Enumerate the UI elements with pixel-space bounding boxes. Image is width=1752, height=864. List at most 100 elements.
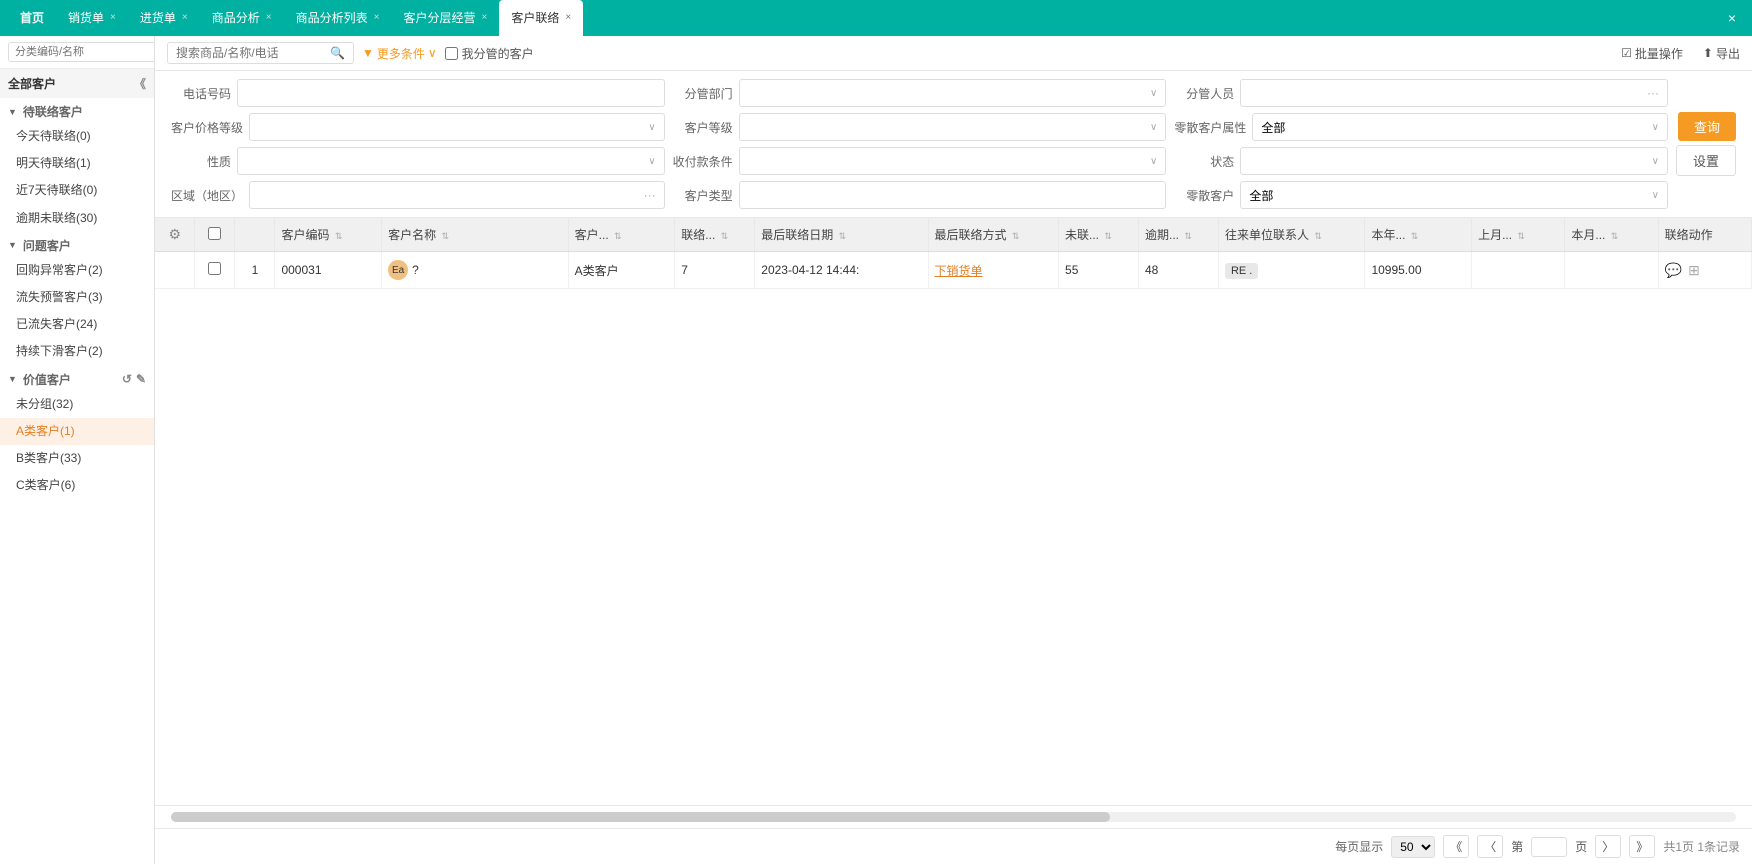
sidebar-collapse-icon[interactable]: 《 <box>134 75 146 92</box>
sort-this-month-icon[interactable]: ⇅ <box>1611 231 1619 241</box>
sort-last-month-icon[interactable]: ⇅ <box>1517 231 1525 241</box>
sidebar-group-value[interactable]: ▼ 价值客户 ↺ ✎ <box>0 366 154 391</box>
filter-row-3: 性质 ∨ 收付款条件 ∨ 状态 <box>171 147 1668 175</box>
sidebar-item-repurchase-abnormal[interactable]: 回购异常客户(2) <box>0 257 154 284</box>
sidebar-group-pending[interactable]: ▼ 待联络客户 <box>0 98 154 123</box>
sidebar-item-overdue[interactable]: 逾期未联络(30) <box>0 205 154 232</box>
filter-search-input[interactable] <box>176 46 326 60</box>
sidebar-search-input[interactable] <box>8 42 155 62</box>
filter-cell-payment: 收付款条件 ∨ <box>673 147 1167 175</box>
filter-bar: 🔍 ▼ 更多条件 ∨ 我分管的客户 ☑ 批量操作 ⬆ 导出 <box>155 36 1752 71</box>
filter-search-icon[interactable]: 🔍 <box>330 46 345 60</box>
sort-name-icon[interactable]: ⇅ <box>441 231 449 241</box>
col-header-type: 客户... ⇅ <box>568 218 675 252</box>
nav-customer-segment[interactable]: 客户分层经营 × <box>391 0 499 36</box>
row-last-way-cell: 下销货单 <box>928 252 1058 289</box>
batch-icon: ☑ <box>1621 46 1632 60</box>
next-page-btn[interactable]: 〉 <box>1595 835 1621 858</box>
per-page-select[interactable]: 50 <box>1391 836 1435 858</box>
sort-this-year-icon[interactable]: ⇅ <box>1411 231 1419 241</box>
status-dropdown[interactable]: ∨ <box>1240 147 1668 175</box>
sidebar-item-declining[interactable]: 持续下滑客户(2) <box>0 338 154 365</box>
my-customers-check[interactable] <box>445 47 458 60</box>
setting-btn[interactable]: 设置 <box>1676 145 1736 176</box>
total-records: 共1页 1条记录 <box>1663 838 1740 855</box>
nav-sales[interactable]: 销货单 × <box>56 0 128 36</box>
nav-purchase[interactable]: 进货单 × <box>128 0 200 36</box>
close-sales-tab[interactable]: × <box>110 0 116 36</box>
col-header-overdue: 逾期... ⇅ <box>1138 218 1218 252</box>
sidebar-refresh-icon[interactable]: ↺ <box>122 372 132 386</box>
sort-type-icon[interactable]: ⇅ <box>614 231 622 241</box>
nav-goods-analysis-list[interactable]: 商品分析列表 × <box>284 0 392 36</box>
nav-customer-contact[interactable]: 客户联络 × <box>499 0 583 36</box>
prev-page-btn[interactable]: 〈 <box>1477 835 1503 858</box>
horizontal-scrollbar[interactable] <box>171 812 1736 822</box>
sort-no-contact-icon[interactable]: ⇅ <box>1104 231 1112 241</box>
sort-contact-icon[interactable]: ⇅ <box>721 231 729 241</box>
customer-type-input[interactable] <box>739 181 1167 209</box>
person-input[interactable]: ··· <box>1240 79 1668 107</box>
row-this-year-cell: 10995.00 <box>1365 252 1472 289</box>
last-page-btn[interactable]: 》 <box>1629 835 1655 858</box>
sort-code-icon[interactable]: ⇅ <box>335 231 343 241</box>
sidebar-edit-icon[interactable]: ✎ <box>136 372 146 386</box>
export-btn[interactable]: ⬆ 导出 <box>1703 45 1740 62</box>
filter-cell-price-grade: 客户价格等级 ∨ <box>171 113 665 141</box>
page-input[interactable]: 1 <box>1531 837 1567 857</box>
phone-input[interactable] <box>237 79 665 107</box>
row-no-contact-cell: 55 <box>1059 252 1139 289</box>
filter-row-1: 电话号码 分管部门 ∨ 分管人员 ··· <box>171 79 1668 107</box>
nav-home[interactable]: 首页 <box>8 0 56 36</box>
sidebar-item-churned[interactable]: 已流失客户(24) <box>0 311 154 338</box>
main-layout: 🔍 全部客户 《 ▼ 待联络客户 今天待联络(0) 明天待联络(1) 近7天待联… <box>0 36 1752 864</box>
query-btn[interactable]: 查询 <box>1678 112 1736 141</box>
sidebar-group-problem[interactable]: ▼ 问题客户 <box>0 232 154 257</box>
close-customer-contact-tab[interactable]: × <box>565 0 571 36</box>
col-header-this-month: 本月... ⇅ <box>1565 218 1658 252</box>
close-goods-analysis-tab[interactable]: × <box>266 0 272 36</box>
col-header-action: 联络动作 <box>1658 218 1751 252</box>
close-all-tabs[interactable]: × <box>1720 10 1744 26</box>
price-grade-dropdown[interactable]: ∨ <box>249 113 665 141</box>
payment-dropdown[interactable]: ∨ <box>739 147 1167 175</box>
last-way-link[interactable]: 下销货单 <box>935 264 983 278</box>
row-checkbox[interactable] <box>208 262 221 275</box>
scrollbar-thumb[interactable] <box>171 812 1110 822</box>
unit-contact-badge: RE . <box>1225 263 1258 279</box>
my-customers-checkbox[interactable]: 我分管的客户 <box>445 45 534 62</box>
chat-action-icon[interactable]: 💬 <box>1665 262 1682 279</box>
sidebar-item-today[interactable]: 今天待联络(0) <box>0 123 154 150</box>
customer-grade-dropdown[interactable]: ∨ <box>739 113 1167 141</box>
sort-last-date-icon[interactable]: ⇅ <box>839 231 847 241</box>
scatter-attr-dropdown[interactable]: 全部∨ <box>1252 113 1668 141</box>
first-page-btn[interactable]: 《 <box>1443 835 1469 858</box>
col-header-last-way: 最后联络方式 ⇅ <box>928 218 1058 252</box>
dept-dropdown[interactable]: ∨ <box>739 79 1167 107</box>
sidebar-item-7days[interactable]: 近7天待联络(0) <box>0 177 154 204</box>
sidebar-item-class-c[interactable]: C类客户(6) <box>0 472 154 499</box>
nav-goods-analysis[interactable]: 商品分析 × <box>200 0 284 36</box>
nature-dropdown[interactable]: ∨ <box>237 147 665 175</box>
table-settings-icon[interactable]: ⚙ <box>168 226 181 242</box>
sidebar-item-ungrouped[interactable]: 未分组(32) <box>0 391 154 418</box>
sidebar-item-class-b[interactable]: B类客户(33) <box>0 445 154 472</box>
sort-last-way-icon[interactable]: ⇅ <box>1012 231 1020 241</box>
filter-cell-scatter-attr: 零散客户属性 全部∨ <box>1174 113 1668 141</box>
grid-action-icon[interactable]: ⊞ <box>1688 262 1700 279</box>
select-all-checkbox[interactable] <box>208 227 221 240</box>
filter-more-btn[interactable]: ▼ 更多条件 ∨ <box>362 45 437 62</box>
batch-ops-btn[interactable]: ☑ 批量操作 <box>1621 45 1683 62</box>
close-customer-segment-tab[interactable]: × <box>481 0 487 36</box>
row-gear-cell <box>155 252 195 289</box>
sort-unit-contact-icon[interactable]: ⇅ <box>1314 231 1322 241</box>
sidebar-item-class-a[interactable]: A类客户(1) <box>0 418 154 445</box>
sidebar-item-tomorrow[interactable]: 明天待联络(1) <box>0 150 154 177</box>
close-goods-list-tab[interactable]: × <box>374 0 380 36</box>
price-grade-label: 客户价格等级 <box>171 119 243 136</box>
sidebar-item-churn-warning[interactable]: 流失预警客户(3) <box>0 284 154 311</box>
close-purchase-tab[interactable]: × <box>182 0 188 36</box>
region-input[interactable]: ··· <box>249 181 665 209</box>
sort-overdue-icon[interactable]: ⇅ <box>1184 231 1192 241</box>
scatter-dropdown[interactable]: 全部∨ <box>1240 181 1668 209</box>
